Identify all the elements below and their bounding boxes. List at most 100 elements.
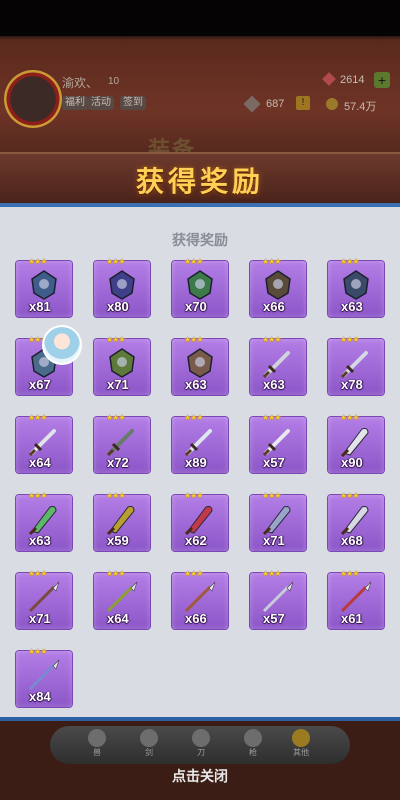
item-quantity: x71 bbox=[263, 533, 285, 548]
shield-icon bbox=[104, 345, 140, 381]
star-rating: ★★★ bbox=[340, 491, 359, 500]
reward-item[interactable]: ★★★ x63 bbox=[328, 257, 384, 317]
hud-tag-event[interactable]: 活动 bbox=[88, 96, 114, 110]
nav-item-spear[interactable]: 枪 bbox=[236, 729, 270, 763]
reward-modal: 获得奖励 ★★★ x81 ★★★ x80 ★★★ x70 ★★★ x66 ★★★ x63 ★★★ x6… bbox=[0, 203, 400, 721]
reward-item[interactable]: ★★★ x63 bbox=[172, 335, 228, 395]
item-quantity: x80 bbox=[107, 299, 129, 314]
nav-item-other[interactable]: 其他 bbox=[284, 729, 318, 763]
armor-icon bbox=[26, 267, 62, 303]
star-rating: ★★★ bbox=[184, 569, 203, 578]
reward-item[interactable]: ★★★ x70 bbox=[172, 257, 228, 317]
star-rating: ★★★ bbox=[340, 257, 359, 266]
chest-armor-icon bbox=[338, 267, 374, 303]
sword-icon bbox=[260, 345, 296, 381]
character-avatar-overlay bbox=[42, 325, 82, 365]
spear-icon bbox=[244, 729, 262, 747]
blade-icon bbox=[182, 501, 218, 537]
star-rating: ★★★ bbox=[106, 413, 125, 422]
add-gems-button[interactable]: + bbox=[374, 72, 390, 88]
star-rating: ★★★ bbox=[262, 413, 281, 422]
spear-icon bbox=[26, 579, 62, 615]
reward-item[interactable]: ★★★ x66 bbox=[250, 257, 306, 317]
reward-item[interactable]: ★★★ x64 bbox=[16, 413, 72, 473]
player-avatar[interactable] bbox=[4, 70, 62, 128]
gauntlet-icon bbox=[182, 267, 218, 303]
hud-tag-checkin[interactable]: 签到 bbox=[120, 96, 146, 110]
reward-item[interactable]: ★★★ x71 bbox=[94, 335, 150, 395]
reward-item[interactable]: ★★★ x68 bbox=[328, 491, 384, 551]
hud-tag-welfare[interactable]: 福利 bbox=[62, 96, 88, 110]
reward-item[interactable]: ★★★ x80 bbox=[94, 257, 150, 317]
nav-item-blade[interactable]: 刀 bbox=[184, 729, 218, 763]
spear-icon bbox=[104, 579, 140, 615]
reward-item[interactable]: ★★★ x90 bbox=[328, 413, 384, 473]
alert-icon[interactable]: ! bbox=[296, 96, 310, 110]
reward-item[interactable]: ★★★ x63 bbox=[250, 335, 306, 395]
blade-icon bbox=[338, 423, 374, 459]
reward-item[interactable]: ★★★ x71 bbox=[250, 491, 306, 551]
item-quantity: x66 bbox=[185, 611, 207, 626]
star-rating: ★★★ bbox=[106, 569, 125, 578]
reward-item[interactable]: ★★★ x59 bbox=[94, 491, 150, 551]
sword-icon bbox=[182, 423, 218, 459]
item-quantity: x84 bbox=[29, 689, 51, 704]
blade-icon bbox=[338, 501, 374, 537]
star-rating: ★★★ bbox=[262, 335, 281, 344]
reward-subtitle: 获得奖励 bbox=[172, 232, 228, 248]
nav-label: 其他 bbox=[293, 748, 309, 757]
player-name: 渝欢、 bbox=[62, 76, 99, 90]
reward-item[interactable]: ★★★ x61 bbox=[328, 569, 384, 629]
reward-item[interactable]: ★★★ x81 bbox=[16, 257, 72, 317]
reward-item[interactable]: ★★★ x63 bbox=[16, 491, 72, 551]
spear-icon bbox=[260, 579, 296, 615]
star-rating: ★★★ bbox=[262, 491, 281, 500]
item-quantity: x62 bbox=[185, 533, 207, 548]
item-quantity: x63 bbox=[185, 377, 207, 392]
reward-item[interactable]: ★★★ x72 bbox=[94, 413, 150, 473]
reward-item[interactable]: ★★★ x84 bbox=[16, 647, 72, 707]
reward-item[interactable]: ★★★ x78 bbox=[328, 335, 384, 395]
blade-icon bbox=[26, 501, 62, 537]
blade-icon bbox=[192, 729, 210, 747]
nav-label: 枪 bbox=[249, 748, 257, 757]
boots-icon bbox=[260, 267, 296, 303]
gem-count: 2614 bbox=[340, 74, 365, 86]
blade-icon bbox=[104, 501, 140, 537]
star-rating: ★★★ bbox=[184, 413, 203, 422]
star-rating: ★★★ bbox=[106, 257, 125, 266]
star-rating: ★★★ bbox=[28, 491, 47, 500]
reward-item[interactable]: ★★★ x89 bbox=[172, 413, 228, 473]
star-rating: ★★★ bbox=[340, 413, 359, 422]
item-quantity: x59 bbox=[107, 533, 129, 548]
sword-icon bbox=[104, 423, 140, 459]
item-quantity: x89 bbox=[185, 455, 207, 470]
star-rating: ★★★ bbox=[28, 647, 47, 656]
nav-item-sword[interactable]: 剑 bbox=[132, 729, 166, 763]
star-rating: ★★★ bbox=[262, 257, 281, 266]
item-quantity: x81 bbox=[29, 299, 51, 314]
tap-to-close-hint[interactable]: 点击关闭 bbox=[0, 766, 400, 786]
coin-value: 57.4万 bbox=[344, 101, 377, 113]
helmet-icon bbox=[104, 267, 140, 303]
reward-item[interactable]: ★★★ x57 bbox=[250, 413, 306, 473]
power-value: 687 bbox=[266, 98, 285, 110]
reward-item[interactable]: ★★★ x66 bbox=[172, 569, 228, 629]
nav-label: 刀 bbox=[197, 748, 205, 757]
star-rating: ★★★ bbox=[28, 257, 47, 266]
nav-label: 剑 bbox=[145, 748, 153, 757]
item-quantity: x67 bbox=[29, 377, 51, 392]
sword-icon bbox=[26, 423, 62, 459]
coin-icon bbox=[326, 98, 338, 110]
reward-item[interactable]: ★★★ x62 bbox=[172, 491, 228, 551]
sword-icon bbox=[140, 729, 158, 747]
star-rating: ★★★ bbox=[106, 335, 125, 344]
reward-item[interactable]: ★★★ x71 bbox=[16, 569, 72, 629]
reward-item[interactable]: ★★★ x57 bbox=[250, 569, 306, 629]
reward-item[interactable]: ★★★ x64 bbox=[94, 569, 150, 629]
item-quantity: x71 bbox=[107, 377, 129, 392]
item-quantity: x70 bbox=[185, 299, 207, 314]
beast-icon bbox=[88, 729, 106, 747]
nav-item-beast[interactable]: 兽 bbox=[80, 729, 114, 763]
star-rating: ★★★ bbox=[184, 335, 203, 344]
